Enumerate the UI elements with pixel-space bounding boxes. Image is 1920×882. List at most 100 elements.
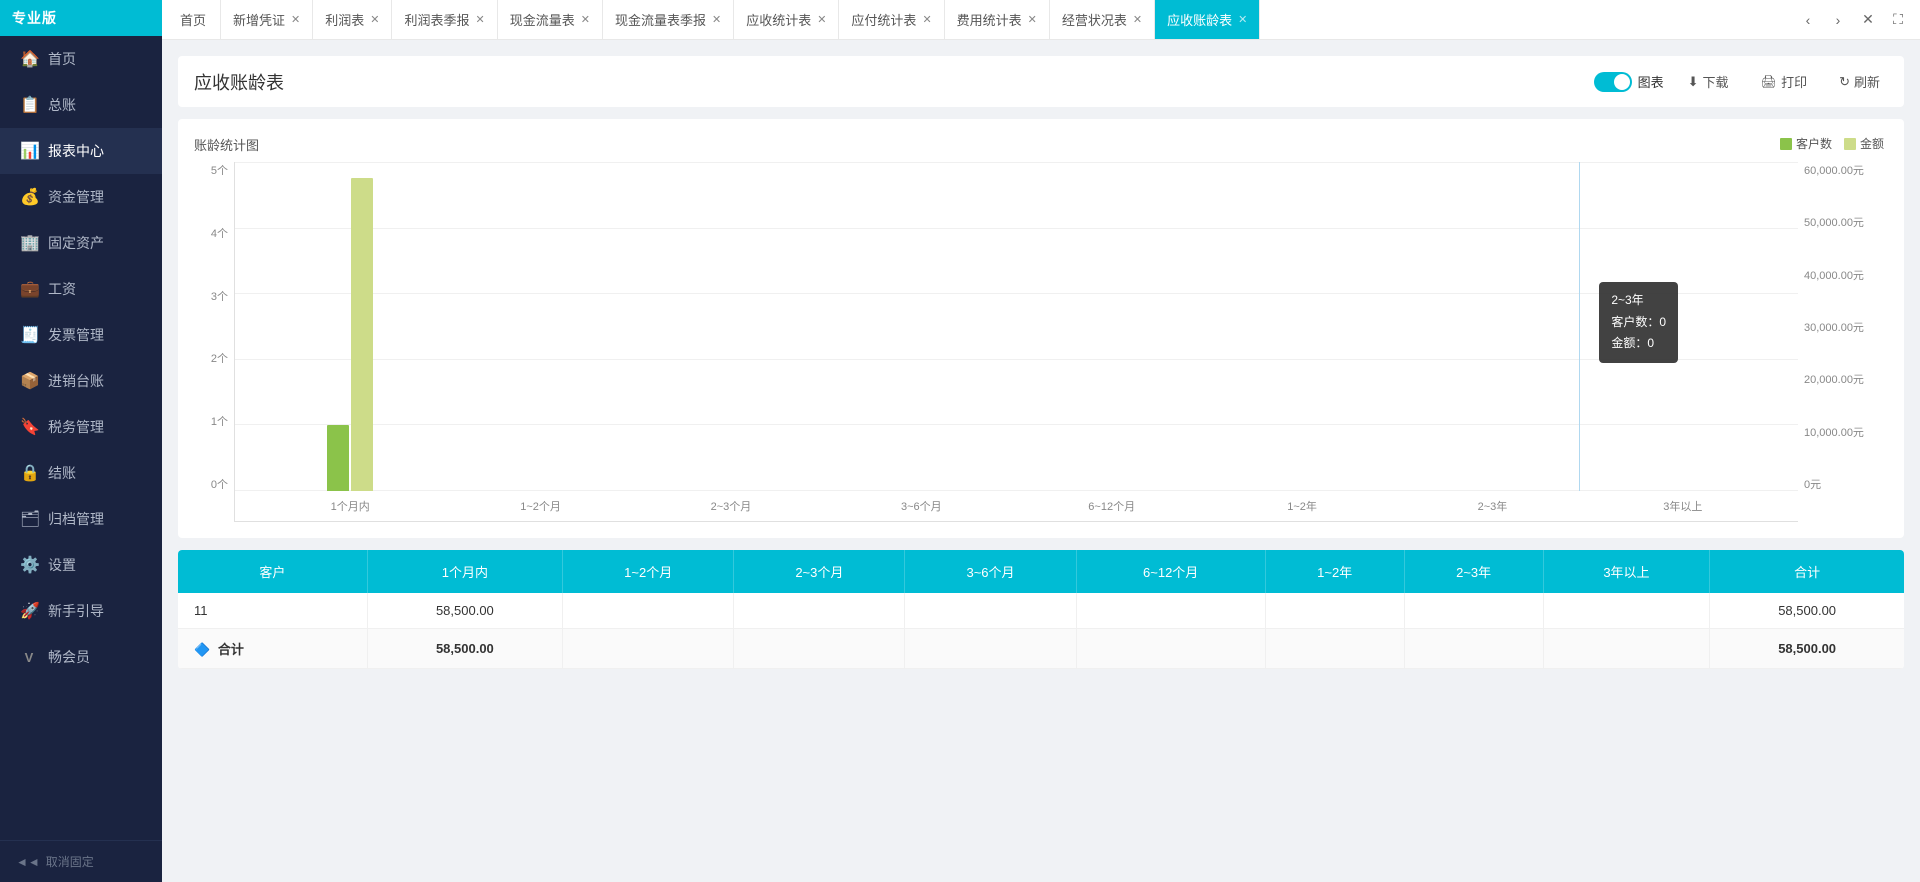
tab-close-all[interactable]: ✕ xyxy=(1854,6,1882,34)
tab-profit-label: 利润表 xyxy=(325,10,364,29)
tab-expense-stat[interactable]: 费用统计表 ✕ xyxy=(945,0,1050,39)
sidebar-item-funds[interactable]: 💰 资金管理 xyxy=(0,174,162,220)
chart-toggle-wrap: 图表 xyxy=(1594,72,1664,92)
total-label: 🔷 合计 xyxy=(178,629,367,669)
refresh-button[interactable]: ↻ 刷新 xyxy=(1831,68,1888,95)
total-total: 58,500.00 xyxy=(1710,629,1904,669)
sidebar-item-archive-label: 归档管理 xyxy=(48,509,104,529)
total-row: 🔷 合计 58,500.00 58,500.00 xyxy=(178,629,1904,669)
bar-amount-1 xyxy=(351,178,373,491)
archive-icon: 🗂 xyxy=(20,509,38,529)
row-2-3y xyxy=(1404,593,1543,629)
sidebar-item-salary-label: 工资 xyxy=(48,279,76,299)
sidebar-item-sales[interactable]: 📦 进销台账 xyxy=(0,358,162,404)
sidebar-item-archive[interactable]: 🗂 归档管理 xyxy=(0,496,162,542)
bar-group-2 xyxy=(445,162,635,491)
tab-profit-quarter-close[interactable]: ✕ xyxy=(476,13,485,26)
legend-amount-dot xyxy=(1844,138,1856,150)
y-left-5: 5个 xyxy=(211,162,228,178)
tab-cashflow-quarter[interactable]: 现金流量表季报 ✕ xyxy=(603,0,734,39)
tab-receivable-stat[interactable]: 应收统计表 ✕ xyxy=(734,0,839,39)
tab-operation-stat-close[interactable]: ✕ xyxy=(1133,13,1142,26)
sidebar-item-member[interactable]: V 畅会员 xyxy=(0,634,162,680)
y-axis-left: 5个 4个 3个 2个 1个 0个 xyxy=(194,162,234,522)
tab-receivable-stat-close[interactable]: ✕ xyxy=(817,13,826,26)
guide-icon: 🚀 xyxy=(20,601,38,621)
y-right-3: 30,000.00元 xyxy=(1804,319,1864,335)
tab-cashflow[interactable]: 现金流量表 ✕ xyxy=(498,0,603,39)
tab-aging-close[interactable]: ✕ xyxy=(1238,13,1247,26)
bar-group-4 xyxy=(826,162,1016,491)
sidebar-item-reports[interactable]: 📊 报表中心 xyxy=(0,128,162,174)
col-header-customer: 客户 xyxy=(178,550,367,593)
sales-icon: 📦 xyxy=(20,371,38,391)
tab-profit[interactable]: 利润表 ✕ xyxy=(313,0,392,39)
collapse-arrow-icon: ◄◄ xyxy=(16,855,40,869)
total-2-3m xyxy=(734,629,905,669)
row-6-12m xyxy=(1076,593,1265,629)
sidebar-item-guide-label: 新手引导 xyxy=(48,601,104,621)
sidebar-item-member-label: 畅会员 xyxy=(48,647,90,667)
tab-cashflow-close[interactable]: ✕ xyxy=(581,13,590,26)
sidebar-item-assets[interactable]: 🏢 固定资产 xyxy=(0,220,162,266)
col-header-1-2y: 1~2年 xyxy=(1265,550,1404,593)
tab-maximize[interactable]: ⛶ xyxy=(1884,6,1912,34)
tab-profit-close[interactable]: ✕ xyxy=(370,13,379,26)
toggle-label: 图表 xyxy=(1638,72,1664,91)
row-customer: 11 xyxy=(178,593,367,629)
col-header-1m: 1个月内 xyxy=(367,550,562,593)
tab-scroll-left[interactable]: ‹ xyxy=(1794,6,1822,34)
legend-amount: 金额 xyxy=(1844,135,1884,152)
chart-toggle[interactable] xyxy=(1594,72,1632,92)
tab-profit-quarter[interactable]: 利润表季报 ✕ xyxy=(392,0,497,39)
sidebar-item-home[interactable]: 🏠 首页 xyxy=(0,36,162,82)
sidebar-item-invoices[interactable]: 🧾 发票管理 xyxy=(0,312,162,358)
row-total: 58,500.00 xyxy=(1710,593,1904,629)
download-icon: ⬇ xyxy=(1688,74,1699,90)
tab-voucher-close[interactable]: ✕ xyxy=(291,13,300,26)
download-label: 下载 xyxy=(1703,72,1729,91)
sidebar-item-tax[interactable]: 🔖 税务管理 xyxy=(0,404,162,450)
y-left-0: 0个 xyxy=(211,476,228,492)
tab-home[interactable]: 首页 xyxy=(166,0,221,39)
tab-operation-stat[interactable]: 经营状况表 ✕ xyxy=(1050,0,1155,39)
tab-aging-label: 应收账龄表 xyxy=(1167,10,1232,29)
sidebar-item-ledger[interactable]: 📋 总账 xyxy=(0,82,162,128)
sidebar-item-tax-label: 税务管理 xyxy=(48,417,104,437)
legend-amount-label: 金额 xyxy=(1860,135,1884,152)
download-button[interactable]: ⬇ 下载 xyxy=(1680,68,1737,95)
sidebar-item-guide[interactable]: 🚀 新手引导 xyxy=(0,588,162,634)
page-content: 应收账龄表 图表 ⬇ 下载 🖨 打印 ↻ 刷新 xyxy=(162,40,1920,882)
x-label-1: 1个月内 xyxy=(255,491,445,521)
tab-cashflow-quarter-close[interactable]: ✕ xyxy=(712,13,721,26)
tab-aging[interactable]: 应收账龄表 ✕ xyxy=(1155,0,1260,39)
table-card: 客户 1个月内 1~2个月 2~3个月 3~6个月 6~12个月 1~2年 2~… xyxy=(178,550,1904,669)
sidebar-item-reports-label: 报表中心 xyxy=(48,141,104,161)
sidebar-item-settings[interactable]: ⚙️ 设置 xyxy=(0,542,162,588)
bar-customers-1 xyxy=(327,425,349,491)
settings-icon: ⚙️ xyxy=(20,555,38,575)
tab-payable-stat-close[interactable]: ✕ xyxy=(922,13,931,26)
tab-nav-buttons: ‹ › ✕ ⛶ xyxy=(1794,6,1916,34)
col-header-total: 合计 xyxy=(1710,550,1904,593)
sidebar-item-salary[interactable]: 💼 工资 xyxy=(0,266,162,312)
sidebar-item-closing[interactable]: 🔒 结账 xyxy=(0,450,162,496)
tab-voucher[interactable]: 新增凭证 ✕ xyxy=(221,0,313,39)
ledger-icon: 📋 xyxy=(20,95,38,115)
tab-cashflow-quarter-label: 现金流量表季报 xyxy=(615,10,706,29)
tab-expense-stat-close[interactable]: ✕ xyxy=(1028,13,1037,26)
sidebar-item-funds-label: 资金管理 xyxy=(48,187,104,207)
reports-icon: 📊 xyxy=(20,141,38,161)
col-header-2-3y: 2~3年 xyxy=(1404,550,1543,593)
x-label-6: 1~2年 xyxy=(1207,491,1397,521)
tab-scroll-right[interactable]: › xyxy=(1824,6,1852,34)
invoices-icon: 🧾 xyxy=(20,325,38,345)
sidebar-collapse[interactable]: ◄◄ 取消固定 xyxy=(0,840,162,882)
total-1-2m xyxy=(563,629,734,669)
tab-payable-stat[interactable]: 应付统计表 ✕ xyxy=(839,0,944,39)
print-button[interactable]: 🖨 打印 xyxy=(1753,68,1816,95)
bar-group-7 xyxy=(1397,162,1587,491)
col-header-1-2m: 1~2个月 xyxy=(563,550,734,593)
legend-customers-dot xyxy=(1780,138,1792,150)
x-label-8: 3年以上 xyxy=(1588,491,1778,521)
